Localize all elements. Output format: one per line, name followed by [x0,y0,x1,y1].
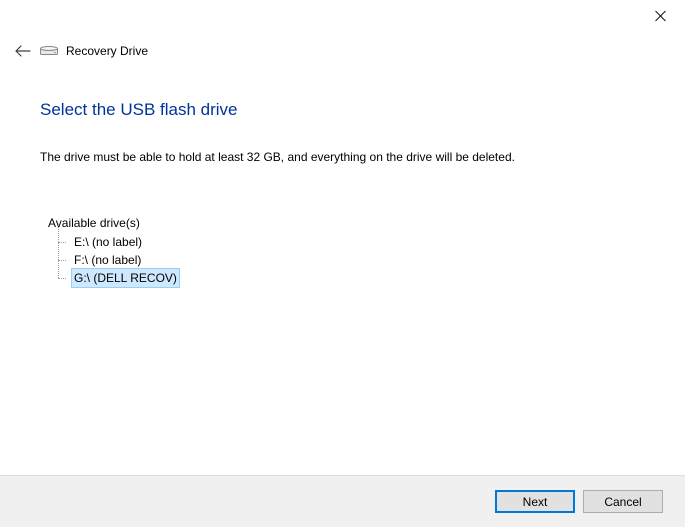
tree-children: E:\ (no label)F:\ (no label)G:\ (DELL RE… [58,233,645,287]
drive-tree: Available drive(s) E:\ (no label)F:\ (no… [48,214,645,287]
drive-item[interactable]: F:\ (no label) [58,251,645,269]
page-heading: Select the USB flash drive [40,100,645,120]
drive-item-label: E:\ (no label) [72,233,144,251]
app-title: Recovery Drive [66,44,148,58]
back-button[interactable] [14,42,32,60]
drive-item-label: G:\ (DELL RECOV) [72,269,179,287]
wizard-footer: Next Cancel [0,475,685,527]
cancel-button[interactable]: Cancel [583,490,663,513]
next-button[interactable]: Next [495,490,575,513]
close-icon[interactable] [655,10,667,22]
tree-root-label: Available drive(s) [48,214,645,232]
drive-item-label: F:\ (no label) [72,251,143,269]
instruction-text: The drive must be able to hold at least … [40,150,645,164]
wizard-header: Recovery Drive [0,32,685,60]
drive-item[interactable]: G:\ (DELL RECOV) [58,269,645,287]
drive-icon [40,44,58,58]
content-area: Select the USB flash drive The drive mus… [0,60,685,287]
drive-item[interactable]: E:\ (no label) [58,233,645,251]
titlebar [0,0,685,32]
